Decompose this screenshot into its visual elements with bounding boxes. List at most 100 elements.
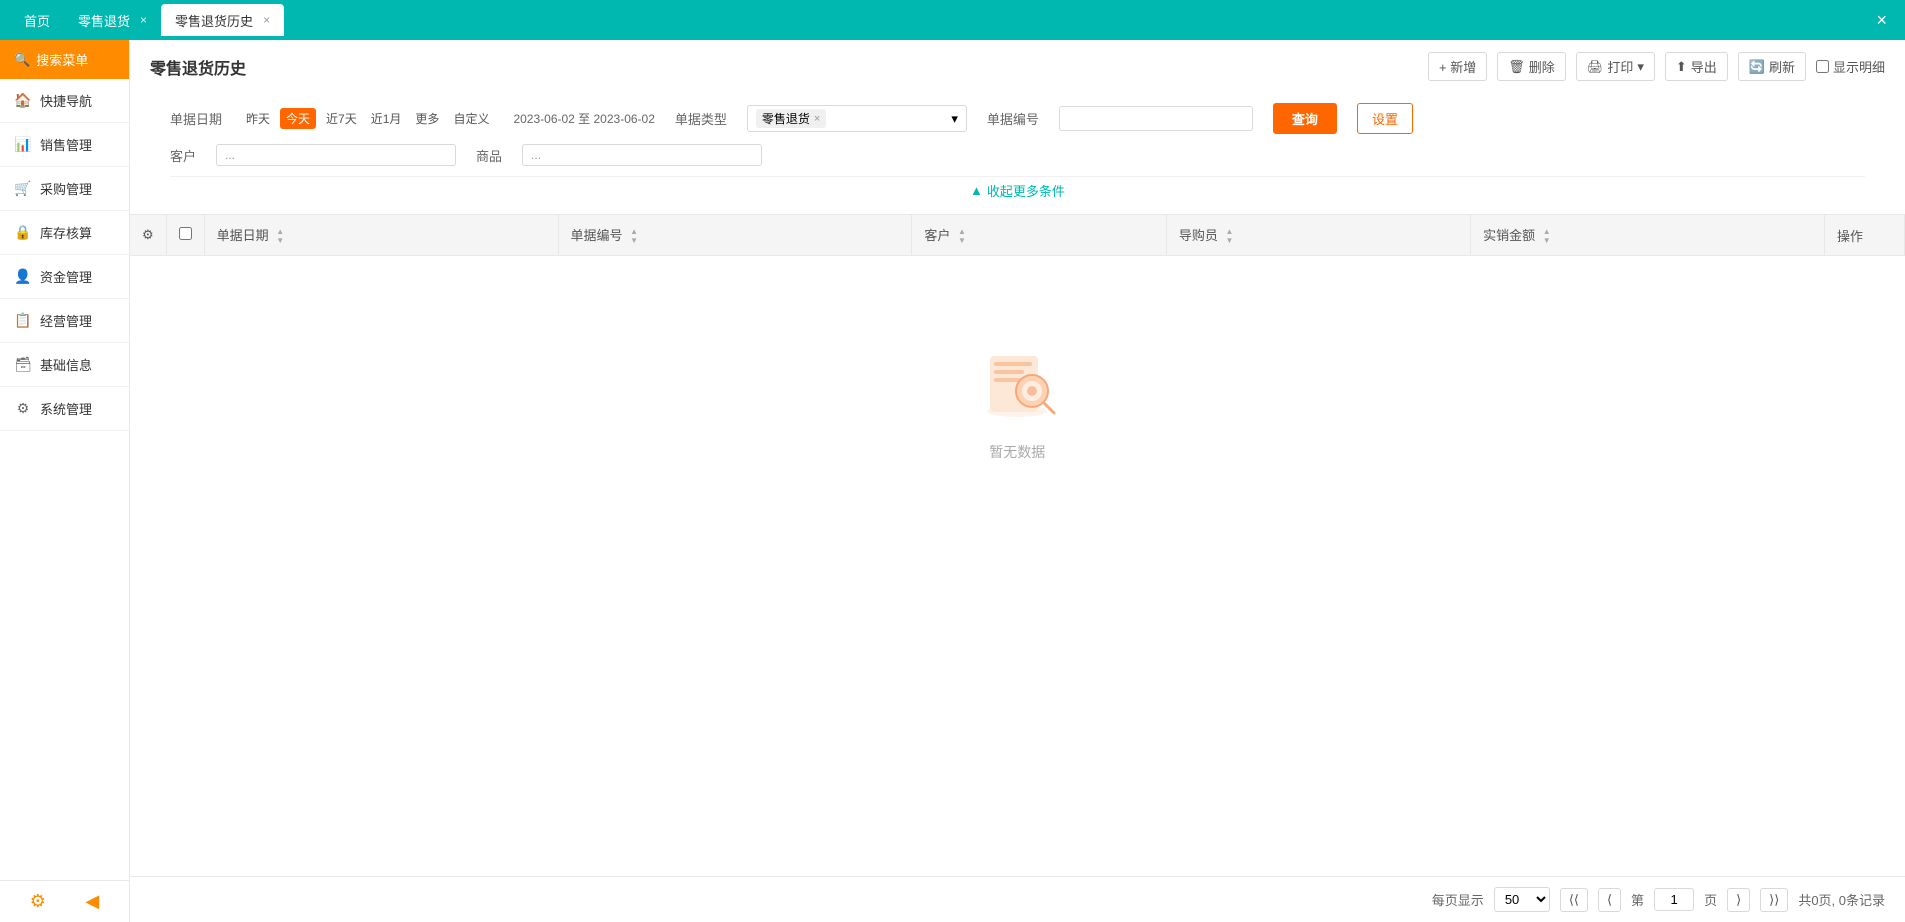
sidebar-item-basic-info[interactable]: 🗃 基础信息 <box>0 343 129 387</box>
tab-retail-return-label: 零售退货 <box>78 11 130 30</box>
sales-icon: 📊 <box>14 136 32 154</box>
pagination-total: 共0页, 0条记录 <box>1798 890 1885 909</box>
date-opt-1month[interactable]: 近1月 <box>367 108 406 129</box>
sidebar-item-ops-label: 经营管理 <box>40 311 92 330</box>
empty-state-icon <box>972 336 1062 426</box>
next-page-button[interactable]: ⟩ <box>1727 888 1750 912</box>
refresh-label: 刷新 <box>1769 57 1795 76</box>
show-detail-checkbox[interactable] <box>1816 60 1829 73</box>
settings-bottom-icon[interactable]: ⚙ <box>30 891 46 912</box>
sidebar-item-quick-nav[interactable]: 🏠 快捷导航 <box>0 79 129 123</box>
page-size-select[interactable]: 50 100 200 <box>1494 887 1550 912</box>
collapse-button[interactable]: ▲ 收起更多条件 <box>170 176 1865 204</box>
th-customer[interactable]: 客户 ▲▼ <box>912 215 1166 256</box>
sidebar-item-quick-nav-label: 快捷导航 <box>40 91 92 110</box>
inventory-icon: 🔒 <box>14 224 32 242</box>
print-button[interactable]: 🖨 打印 ▾ <box>1576 52 1655 81</box>
show-detail-checkbox-label[interactable]: 显示明细 <box>1816 57 1885 76</box>
voucher-type-dropdown[interactable]: 零售退货 × ▾ <box>747 105 967 132</box>
th-guide-label: 导购员 <box>1179 228 1218 243</box>
voucher-type-tag-value: 零售退货 <box>762 110 810 127</box>
new-button[interactable]: + 新增 <box>1428 52 1487 81</box>
sidebar-item-inventory[interactable]: 🔒 库存核算 <box>0 211 129 255</box>
ops-icon: 📋 <box>14 312 32 330</box>
settings-button[interactable]: 设置 <box>1357 103 1413 134</box>
th-guide-sort: ▲▼ <box>1226 228 1234 245</box>
tab-home[interactable]: 首页 <box>10 4 64 36</box>
empty-state-text: 暂无数据 <box>989 442 1045 462</box>
date-opt-custom[interactable]: 自定义 <box>449 108 493 129</box>
voucher-type-tag-close[interactable]: × <box>814 113 820 125</box>
customer-input[interactable]: ... <box>216 144 456 166</box>
table-header-row: ⚙ 单据日期 ▲▼ 单据编号 ▲▼ <box>130 215 1905 256</box>
sidebar-item-inventory-label: 库存核算 <box>40 223 92 242</box>
date-opt-more[interactable]: 更多 <box>411 108 443 129</box>
sidebar-item-sales-mgmt[interactable]: 📊 销售管理 <box>0 123 129 167</box>
last-page-button[interactable]: ⟩⟩ <box>1760 888 1788 912</box>
th-amount[interactable]: 实销金额 ▲▼ <box>1471 215 1825 256</box>
th-amount-label: 实销金额 <box>1483 228 1535 243</box>
th-voucher-no-sort: ▲▼ <box>630 228 638 245</box>
window-close-icon[interactable]: × <box>1868 6 1895 35</box>
print-dropdown-icon: ▾ <box>1637 59 1644 75</box>
collapse-sidebar-icon[interactable]: ◀ <box>85 891 99 912</box>
finance-icon: 👤 <box>14 268 32 286</box>
filter-area: 单据日期 昨天 今天 近7天 近1月 更多 自定义 2023-06-02 至 2… <box>150 93 1885 214</box>
delete-icon: 🗑 <box>1508 59 1525 75</box>
th-customer-sort: ▲▼ <box>958 228 966 245</box>
customer-ellipsis: ... <box>225 148 235 162</box>
sidebar-item-finance-mgmt[interactable]: 👤 资金管理 <box>0 255 129 299</box>
sys-icon: ⚙ <box>14 400 32 418</box>
tab-retail-return-close[interactable]: × <box>140 13 147 27</box>
first-page-button[interactable]: ⟨⟨ <box>1560 888 1588 912</box>
date-opt-7days[interactable]: 近7天 <box>322 108 361 129</box>
voucher-no-input[interactable] <box>1059 106 1253 131</box>
voucher-type-tag: 零售退货 × <box>756 109 826 128</box>
sidebar-item-sys-label: 系统管理 <box>40 399 92 418</box>
sidebar-item-ops-mgmt[interactable]: 📋 经营管理 <box>0 299 129 343</box>
page-title-row: 零售退货历史 + 新增 🗑 删除 🖨 打印 ▾ ⬆ 导出 <box>150 52 1885 81</box>
date-opt-yesterday[interactable]: 昨天 <box>242 108 274 129</box>
date-opt-today[interactable]: 今天 <box>280 108 316 129</box>
th-voucher-no-label: 单据编号 <box>571 228 623 243</box>
tab-retail-return-history-close[interactable]: × <box>263 13 270 27</box>
empty-state: 暂无数据 <box>130 256 1905 542</box>
th-gear[interactable]: ⚙ <box>130 215 166 256</box>
export-button[interactable]: ⬆ 导出 <box>1665 52 1728 81</box>
th-date-sort: ▲▼ <box>276 228 284 245</box>
top-tab-bar: 首页 零售退货 × 零售退货历史 × × <box>0 0 1905 40</box>
purchase-icon: 🛒 <box>14 180 32 198</box>
th-action: 操作 <box>1825 215 1905 256</box>
date-range-display: 2023-06-02 至 2023-06-02 <box>513 110 654 127</box>
voucher-type-label: 单据类型 <box>675 109 727 128</box>
data-table: ⚙ 单据日期 ▲▼ 单据编号 ▲▼ <box>130 215 1905 542</box>
voucher-no-label: 单据编号 <box>987 109 1039 128</box>
empty-state-cell: 暂无数据 <box>130 256 1905 543</box>
sidebar-search-label: 搜索菜单 <box>36 50 88 69</box>
delete-button[interactable]: 🗑 删除 <box>1497 52 1566 81</box>
sidebar-search[interactable]: 🔍 搜索菜单 <box>0 40 129 79</box>
th-voucher-no[interactable]: 单据编号 ▲▼ <box>558 215 912 256</box>
product-input[interactable]: ... <box>522 144 762 166</box>
tab-retail-return-history[interactable]: 零售退货历史 × <box>161 4 284 36</box>
sidebar-item-sys-mgmt[interactable]: ⚙ 系统管理 <box>0 387 129 431</box>
export-label: 导出 <box>1691 57 1717 76</box>
main-layout: 🔍 搜索菜单 🏠 快捷导航 📊 销售管理 🛒 采购管理 🔒 库存核算 👤 资金管… <box>0 40 1905 922</box>
page-number-input[interactable] <box>1654 888 1694 911</box>
query-button[interactable]: 查询 <box>1273 103 1337 134</box>
th-date-label: 单据日期 <box>217 228 269 243</box>
basic-info-icon: 🗃 <box>14 356 32 374</box>
sidebar-item-sales-label: 销售管理 <box>40 135 92 154</box>
select-all-checkbox[interactable] <box>179 227 192 240</box>
th-checkbox[interactable] <box>166 215 204 256</box>
filter-row-1: 单据日期 昨天 今天 近7天 近1月 更多 自定义 2023-06-02 至 2… <box>170 103 1865 134</box>
filter-row-2: 客户 ... 商品 ... <box>170 144 1865 166</box>
tab-retail-return[interactable]: 零售退货 × <box>64 4 161 36</box>
gear-icon[interactable]: ⚙ <box>142 227 154 242</box>
refresh-button[interactable]: 🔄 刷新 <box>1738 52 1806 81</box>
sidebar-item-purchase-mgmt[interactable]: 🛒 采购管理 <box>0 167 129 211</box>
export-icon: ⬆ <box>1676 59 1687 75</box>
th-date[interactable]: 单据日期 ▲▼ <box>204 215 558 256</box>
prev-page-button[interactable]: ⟨ <box>1598 888 1621 912</box>
th-guide[interactable]: 导购员 ▲▼ <box>1166 215 1470 256</box>
